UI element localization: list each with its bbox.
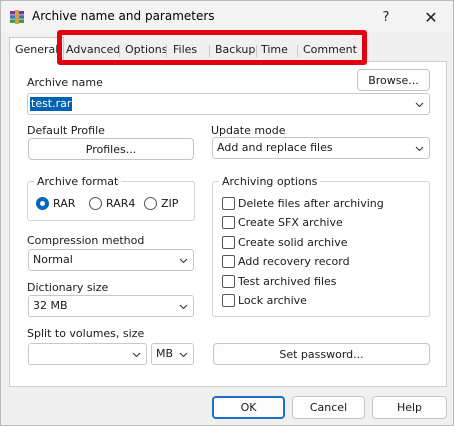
browse-button[interactable]: Browse... xyxy=(357,69,430,91)
chevron-down-icon[interactable] xyxy=(415,100,424,109)
create-solid-label[interactable]: Create solid archive xyxy=(238,236,347,249)
compression-method-select[interactable]: Normal xyxy=(28,249,194,271)
dictionary-size-select[interactable]: 32 MB xyxy=(28,295,194,317)
split-unit-value: MB xyxy=(156,347,174,360)
ok-button[interactable]: OK xyxy=(212,396,285,419)
cancel-button[interactable]: Cancel xyxy=(292,396,365,419)
chevron-down-icon[interactable] xyxy=(132,350,141,359)
tabs-highlight-box xyxy=(57,30,367,65)
create-sfx-label[interactable]: Create SFX archive xyxy=(238,216,343,229)
default-profile-label: Default Profile xyxy=(27,124,105,137)
archiving-options-title: Archiving options xyxy=(219,175,321,188)
title-bar: Archive name and parameters ? ✕ xyxy=(1,1,453,33)
profiles-button[interactable]: Profiles... xyxy=(28,138,194,160)
recovery-record-label[interactable]: Add recovery record xyxy=(238,255,350,268)
general-tab-panel: Archive name Browse... test.rar Default … xyxy=(9,61,447,387)
help-title-button[interactable]: ? xyxy=(363,1,409,33)
recovery-record-checkbox[interactable] xyxy=(222,255,235,268)
archive-name-label: Archive name xyxy=(27,76,103,89)
update-mode-select[interactable]: Add and replace files xyxy=(212,137,430,159)
update-mode-value: Add and replace files xyxy=(217,141,333,154)
dictionary-size-value: 32 MB xyxy=(33,299,68,312)
lock-archive-checkbox[interactable] xyxy=(222,294,235,307)
archive-format-title: Archive format xyxy=(34,175,122,188)
compression-method-label: Compression method xyxy=(27,234,145,247)
zip-radio[interactable] xyxy=(144,197,157,210)
zip-radio-label[interactable]: ZIP xyxy=(161,197,178,210)
rar-radio[interactable] xyxy=(36,197,49,210)
split-unit-select[interactable]: MB xyxy=(151,343,194,365)
rar4-radio-label[interactable]: RAR4 xyxy=(106,197,135,210)
winrar-app-icon xyxy=(9,9,25,25)
rar-radio-label[interactable]: RAR xyxy=(53,197,75,210)
chevron-down-icon[interactable] xyxy=(179,302,188,311)
chevron-down-icon[interactable] xyxy=(415,144,424,153)
chevron-down-icon[interactable] xyxy=(179,350,188,359)
split-size-combo[interactable] xyxy=(28,343,147,365)
create-sfx-checkbox[interactable] xyxy=(222,216,235,229)
rar4-radio[interactable] xyxy=(89,197,102,210)
delete-files-label[interactable]: Delete files after archiving xyxy=(238,197,384,210)
close-button[interactable]: ✕ xyxy=(408,1,454,33)
set-password-button[interactable]: Set password... xyxy=(213,343,430,365)
lock-archive-label[interactable]: Lock archive xyxy=(238,294,307,307)
create-solid-checkbox[interactable] xyxy=(222,236,235,249)
update-mode-label: Update mode xyxy=(211,124,286,137)
test-files-label[interactable]: Test archived files xyxy=(238,275,337,288)
dialog-window: Archive name and parameters ? ✕ General … xyxy=(0,0,454,426)
chevron-down-icon[interactable] xyxy=(179,256,188,265)
archive-name-value: test.rar xyxy=(30,97,73,111)
split-volumes-label: Split to volumes, size xyxy=(27,327,145,340)
archive-name-combo[interactable]: test.rar xyxy=(27,93,430,115)
window-title: Archive name and parameters xyxy=(32,9,215,23)
delete-files-checkbox[interactable] xyxy=(222,197,235,210)
test-files-checkbox[interactable] xyxy=(222,275,235,288)
dictionary-size-label: Dictionary size xyxy=(27,281,109,294)
help-button[interactable]: Help xyxy=(372,396,447,419)
compression-method-value: Normal xyxy=(33,253,73,266)
